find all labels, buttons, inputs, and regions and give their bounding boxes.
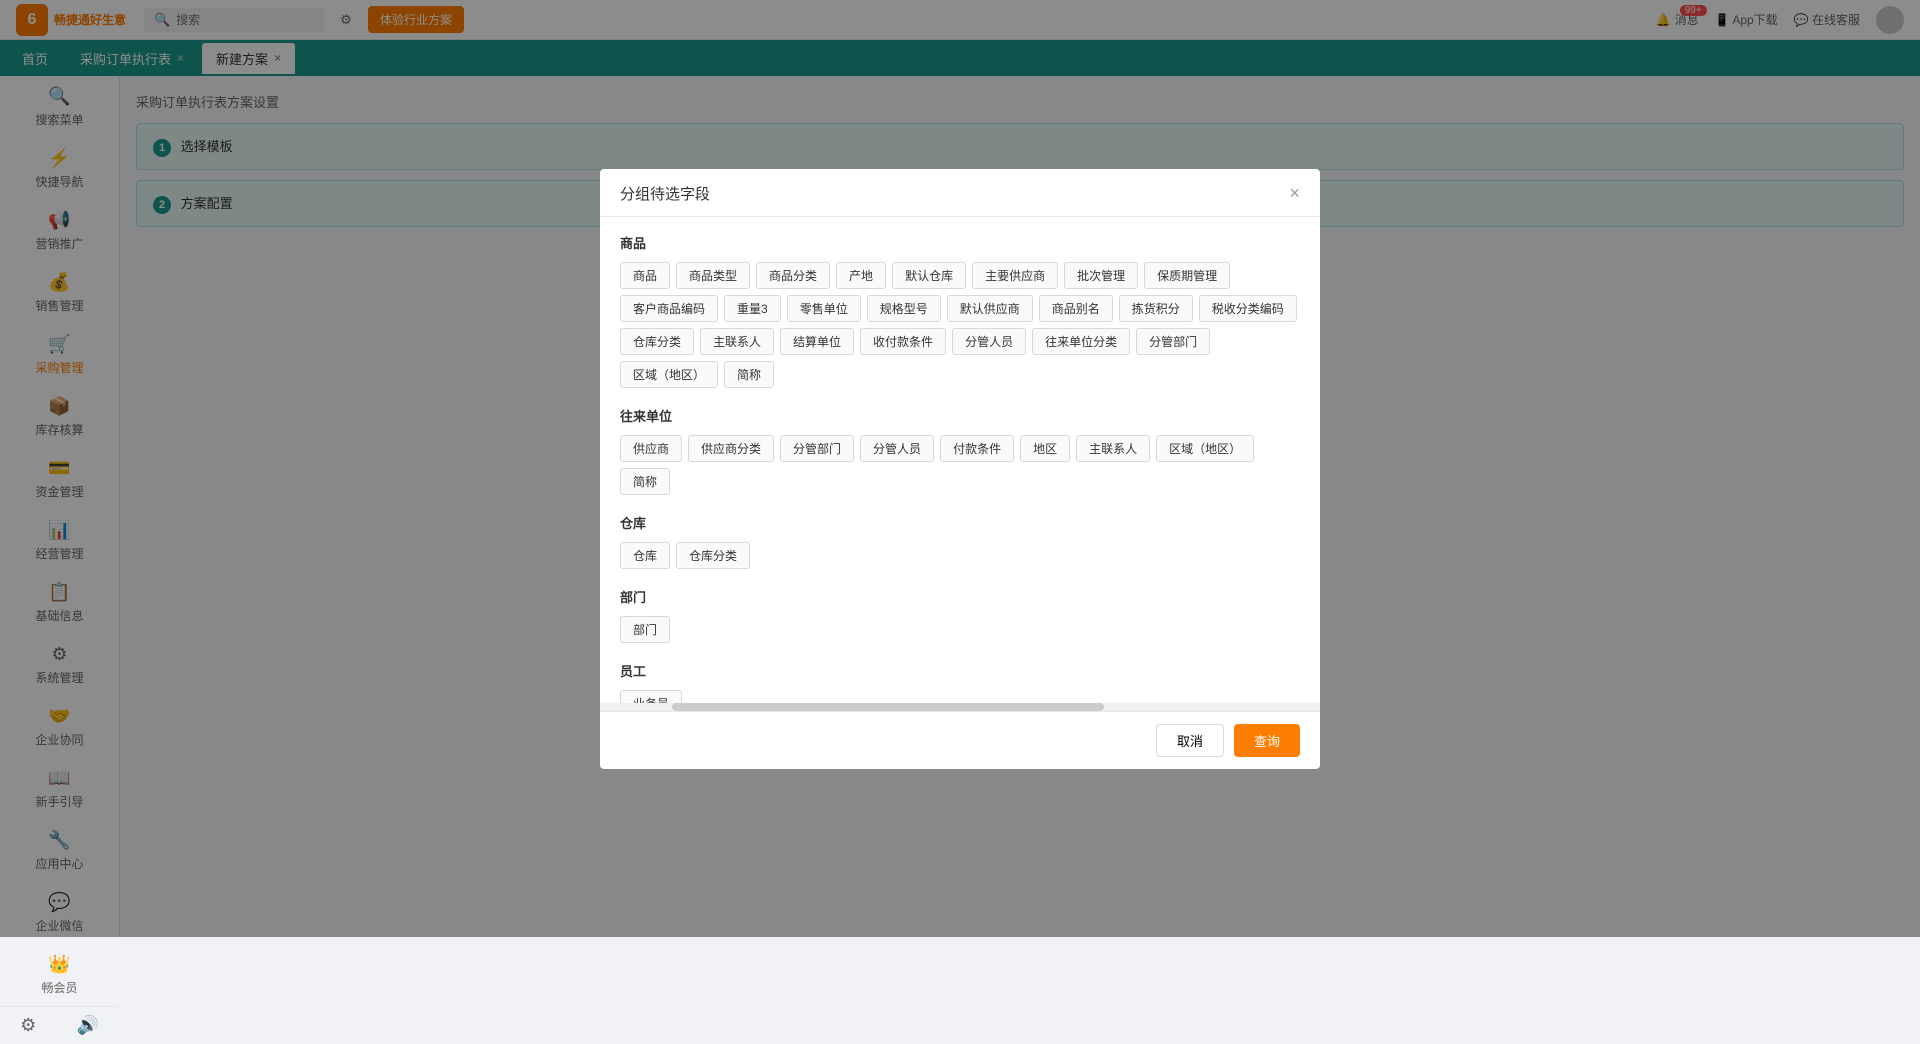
group-title-product: 商品	[620, 233, 1300, 252]
field-tag[interactable]: 批次管理	[1064, 262, 1138, 289]
field-tag[interactable]: 零售单位	[787, 295, 861, 322]
field-tag[interactable]: 区域（地区）	[1156, 435, 1254, 462]
field-tag[interactable]: 保质期管理	[1144, 262, 1230, 289]
sidebar-label-member: 畅会员	[41, 979, 77, 996]
modal-header: 分组待选字段 ×	[600, 169, 1320, 217]
field-tag[interactable]: 主要供应商	[972, 262, 1058, 289]
field-tag[interactable]: 供应商分类	[688, 435, 774, 462]
field-tag[interactable]: 部门	[620, 616, 670, 643]
modal-close-button[interactable]: ×	[1289, 183, 1300, 204]
employee-field-tags: 业务员	[620, 690, 1300, 703]
warehouse-field-tags: 仓库 仓库分类	[620, 542, 1300, 569]
field-tag[interactable]: 收付款条件	[860, 328, 946, 355]
field-tag[interactable]: 拣货积分	[1119, 295, 1193, 322]
field-tag[interactable]: 重量3	[724, 295, 781, 322]
field-tag[interactable]: 客户商品编码	[620, 295, 718, 322]
member-icon: 👑	[48, 954, 70, 975]
sidebar-item-member[interactable]: 👑 畅会员	[0, 944, 119, 1006]
modal-overlay[interactable]: 分组待选字段 × 商品 商品 商品类型 商品分类 产地 默认仓库 主要供应商 批…	[0, 0, 1920, 937]
field-tag[interactable]: 往来单位分类	[1032, 328, 1130, 355]
product-field-tags: 商品 商品类型 商品分类 产地 默认仓库 主要供应商 批次管理 保质期管理 客户…	[620, 262, 1300, 388]
field-group-product: 商品 商品 商品类型 商品分类 产地 默认仓库 主要供应商 批次管理 保质期管理…	[620, 233, 1300, 388]
field-tag[interactable]: 分管部门	[780, 435, 854, 462]
group-title-department: 部门	[620, 587, 1300, 606]
modal-horizontal-scrollbar[interactable]	[600, 703, 1320, 711]
field-tag[interactable]: 产地	[836, 262, 886, 289]
group-title-employee: 员工	[620, 661, 1300, 680]
field-tag[interactable]: 默认仓库	[892, 262, 966, 289]
field-group-partner: 往来单位 供应商 供应商分类 分管部门 分管人员 付款条件 地区 主联系人 区域…	[620, 406, 1300, 495]
field-group-department: 部门 部门	[620, 587, 1300, 643]
field-tag[interactable]: 付款条件	[940, 435, 1014, 462]
modal-body: 商品 商品 商品类型 商品分类 产地 默认仓库 主要供应商 批次管理 保质期管理…	[600, 217, 1320, 703]
group-title-warehouse: 仓库	[620, 513, 1300, 532]
field-tag[interactable]: 地区	[1020, 435, 1070, 462]
sidebar-settings-icon[interactable]: ⚙	[20, 1015, 36, 1036]
modal-footer: 取消 查询	[600, 711, 1320, 769]
field-tag[interactable]: 业务员	[620, 690, 682, 703]
modal-hscroll-thumb	[672, 703, 1104, 711]
field-tag[interactable]: 商品类型	[676, 262, 750, 289]
group-title-partner: 往来单位	[620, 406, 1300, 425]
partner-field-tags: 供应商 供应商分类 分管部门 分管人员 付款条件 地区 主联系人 区域（地区） …	[620, 435, 1300, 495]
cancel-button[interactable]: 取消	[1156, 724, 1224, 757]
department-field-tags: 部门	[620, 616, 1300, 643]
field-tag[interactable]: 分管人员	[860, 435, 934, 462]
field-group-warehouse: 仓库 仓库 仓库分类	[620, 513, 1300, 569]
field-tag[interactable]: 仓库分类	[676, 542, 750, 569]
field-tag[interactable]: 分管部门	[1136, 328, 1210, 355]
field-tag[interactable]: 供应商	[620, 435, 682, 462]
confirm-button[interactable]: 查询	[1234, 724, 1300, 757]
field-tag[interactable]: 区域（地区）	[620, 361, 718, 388]
sidebar-volume-icon[interactable]: 🔊	[76, 1015, 98, 1036]
field-tag[interactable]: 主联系人	[700, 328, 774, 355]
field-tag[interactable]: 简称	[724, 361, 774, 388]
field-tag[interactable]: 商品	[620, 262, 670, 289]
field-tag[interactable]: 仓库分类	[620, 328, 694, 355]
field-tag[interactable]: 商品分类	[756, 262, 830, 289]
modal-title: 分组待选字段	[620, 183, 710, 204]
field-tag[interactable]: 税收分类编码	[1199, 295, 1297, 322]
field-tag[interactable]: 默认供应商	[947, 295, 1033, 322]
field-tag[interactable]: 简称	[620, 468, 670, 495]
field-tag[interactable]: 商品别名	[1039, 295, 1113, 322]
field-tag[interactable]: 规格型号	[867, 295, 941, 322]
sidebar-bottom: ⚙ 🔊	[0, 1006, 119, 1044]
field-tag[interactable]: 结算单位	[780, 328, 854, 355]
field-tag[interactable]: 主联系人	[1076, 435, 1150, 462]
field-select-modal: 分组待选字段 × 商品 商品 商品类型 商品分类 产地 默认仓库 主要供应商 批…	[600, 169, 1320, 769]
field-tag[interactable]: 分管人员	[952, 328, 1026, 355]
field-group-employee: 员工 业务员	[620, 661, 1300, 703]
field-tag[interactable]: 仓库	[620, 542, 670, 569]
